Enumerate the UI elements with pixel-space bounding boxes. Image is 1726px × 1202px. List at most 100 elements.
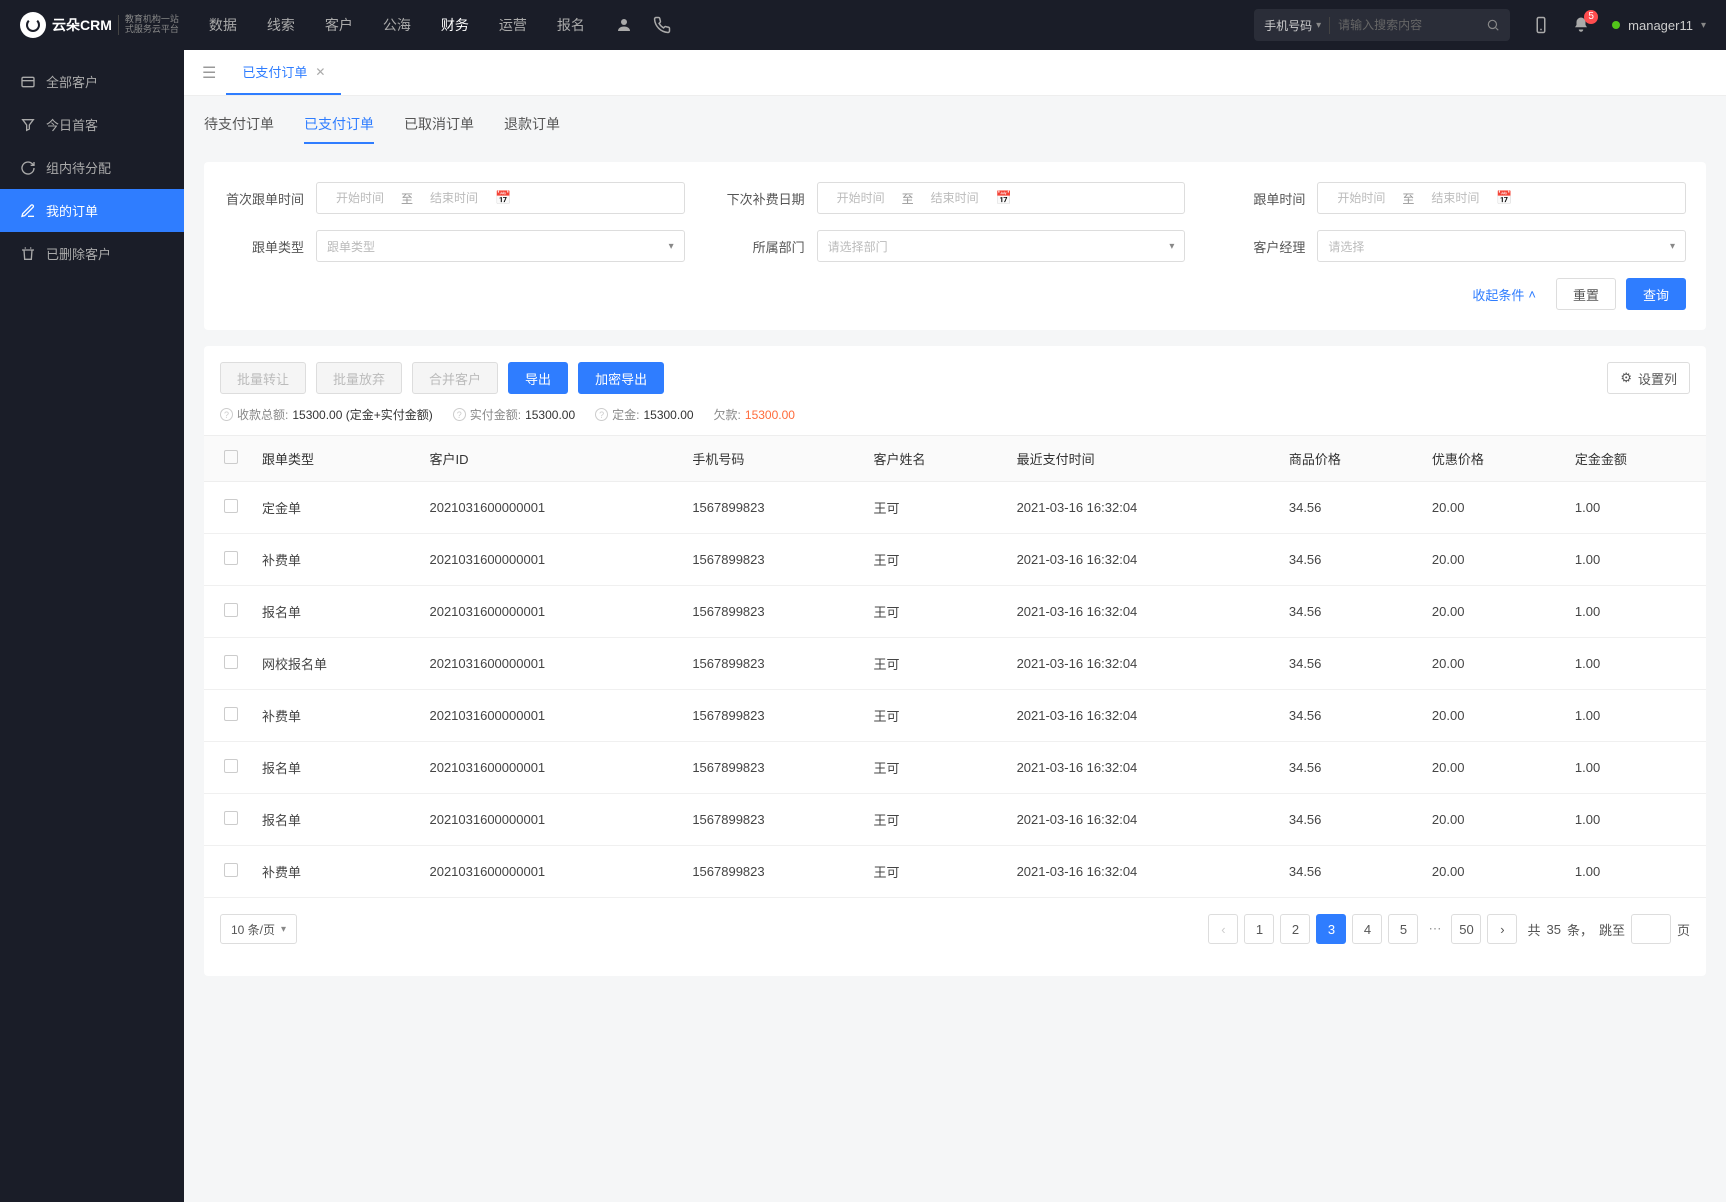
table-cell: 王可 — [862, 638, 1005, 690]
page-button[interactable]: 5 — [1388, 914, 1418, 944]
table-cell: 34.56 — [1277, 794, 1420, 846]
tab-paid-orders[interactable]: 已支付订单 ✕ — [226, 50, 341, 95]
bulk-transfer-button[interactable]: 批量转让 — [220, 362, 306, 394]
table-cell: 定金单 — [250, 482, 417, 534]
nav-item-2[interactable]: 客户 — [325, 15, 353, 35]
table-row[interactable]: 定金单20210316000000011567899823王可2021-03-1… — [204, 482, 1706, 534]
page-button[interactable]: 50 — [1451, 914, 1481, 944]
dept-select[interactable]: 请选择部门▾ — [817, 230, 1186, 262]
search-input[interactable] — [1338, 18, 1478, 32]
filter-icon — [20, 117, 36, 133]
follow-time-end-input[interactable] — [1420, 191, 1490, 205]
filter-follow-time-label: 跟单时间 — [1225, 189, 1305, 208]
close-icon[interactable]: ✕ — [315, 65, 325, 79]
table-cell: 2021-03-16 16:32:04 — [1005, 742, 1277, 794]
collapse-sidebar-icon[interactable]: ☰ — [192, 63, 226, 83]
table-cell: 2021-03-16 16:32:04 — [1005, 638, 1277, 690]
sidebar-item-1[interactable]: 今日首客 — [0, 103, 184, 146]
table-cell: 2021-03-16 16:32:04 — [1005, 794, 1277, 846]
reset-button[interactable]: 重置 — [1556, 278, 1616, 310]
mobile-icon[interactable] — [1532, 16, 1550, 34]
first-follow-start-input[interactable] — [325, 191, 395, 205]
next-fee-range[interactable]: 至 📅 — [817, 182, 1186, 214]
sidebar-item-0[interactable]: 全部客户 — [0, 60, 184, 103]
row-checkbox[interactable] — [224, 707, 238, 721]
subtabs: 待支付订单已支付订单已取消订单退款订单 — [204, 96, 1706, 162]
page-size-select[interactable]: 10 条/页▾ — [220, 914, 297, 944]
columns-button[interactable]: ⚙ 设置列 — [1607, 362, 1690, 394]
table-row[interactable]: 补费单20210316000000011567899823王可2021-03-1… — [204, 690, 1706, 742]
collapse-filters-link[interactable]: 收起条件˄ — [1472, 285, 1536, 304]
page-button[interactable]: 4 — [1352, 914, 1382, 944]
user-icon[interactable] — [615, 16, 633, 34]
main: ☰ 已支付订单 ✕ 待支付订单已支付订单已取消订单退款订单 首次跟单时间 至 📅 — [184, 50, 1726, 1202]
nav-item-0[interactable]: 数据 — [209, 15, 237, 35]
page-jump-input[interactable] — [1631, 914, 1671, 944]
nav-item-1[interactable]: 线索 — [267, 15, 295, 35]
first-follow-end-input[interactable] — [419, 191, 489, 205]
first-follow-range[interactable]: 至 📅 — [316, 182, 685, 214]
calendar-icon: 📅 — [495, 190, 511, 206]
export-button[interactable]: 导出 — [508, 362, 568, 394]
table-row[interactable]: 报名单20210316000000011567899823王可2021-03-1… — [204, 586, 1706, 638]
table-row[interactable]: 网校报名单20210316000000011567899823王可2021-03… — [204, 638, 1706, 690]
row-checkbox[interactable] — [224, 603, 238, 617]
manager-select[interactable]: 请选择▾ — [1317, 230, 1686, 262]
select-all-checkbox[interactable] — [224, 450, 238, 464]
subtab-3[interactable]: 退款订单 — [504, 114, 560, 144]
table-cell: 王可 — [862, 690, 1005, 742]
search-icon[interactable] — [1486, 18, 1500, 32]
table-cell: 补费单 — [250, 846, 417, 898]
page-button[interactable]: 3 — [1316, 914, 1346, 944]
chevron-up-icon: ˄ — [1528, 287, 1536, 302]
logo[interactable]: 云朵CRM 教育机构一站式服务云平台 — [20, 12, 179, 38]
subtab-0[interactable]: 待支付订单 — [204, 114, 274, 144]
sidebar-item-4[interactable]: 已删除客户 — [0, 232, 184, 275]
table-cell: 2021031600000001 — [417, 742, 680, 794]
subtab-2[interactable]: 已取消订单 — [404, 114, 474, 144]
table-row[interactable]: 补费单20210316000000011567899823王可2021-03-1… — [204, 846, 1706, 898]
follow-time-start-input[interactable] — [1326, 191, 1396, 205]
phone-icon[interactable] — [653, 16, 671, 34]
bell-icon[interactable]: 5 — [1572, 16, 1590, 34]
user-menu[interactable]: manager11 ▾ — [1612, 18, 1706, 33]
row-checkbox[interactable] — [224, 811, 238, 825]
logo-brand: 云朵CRM — [52, 15, 112, 35]
page-button[interactable]: 2 — [1280, 914, 1310, 944]
query-button[interactable]: 查询 — [1626, 278, 1686, 310]
table-cell: 2021031600000001 — [417, 482, 680, 534]
info-icon: ? — [453, 408, 466, 421]
page-button[interactable]: 1 — [1244, 914, 1274, 944]
table-cell: 王可 — [862, 794, 1005, 846]
bulk-abandon-button[interactable]: 批量放弃 — [316, 362, 402, 394]
row-checkbox[interactable] — [224, 551, 238, 565]
table-cell: 20.00 — [1420, 586, 1563, 638]
global-search[interactable]: 手机号码▾ — [1254, 9, 1510, 41]
row-checkbox[interactable] — [224, 499, 238, 513]
sidebar-item-3[interactable]: 我的订单 — [0, 189, 184, 232]
nav-item-5[interactable]: 运营 — [499, 15, 527, 35]
table-row[interactable]: 报名单20210316000000011567899823王可2021-03-1… — [204, 742, 1706, 794]
search-type-select[interactable]: 手机号码▾ — [1264, 17, 1330, 34]
row-checkbox[interactable] — [224, 759, 238, 773]
table-row[interactable]: 报名单20210316000000011567899823王可2021-03-1… — [204, 794, 1706, 846]
nav-item-3[interactable]: 公海 — [383, 15, 411, 35]
table-cell: 2021031600000001 — [417, 586, 680, 638]
follow-type-select[interactable]: 跟单类型▾ — [316, 230, 685, 262]
sidebar-item-2[interactable]: 组内待分配 — [0, 146, 184, 189]
follow-time-range[interactable]: 至 📅 — [1317, 182, 1686, 214]
nav-item-4[interactable]: 财务 — [441, 15, 469, 35]
table-row[interactable]: 补费单20210316000000011567899823王可2021-03-1… — [204, 534, 1706, 586]
prev-page-button[interactable]: ‹ — [1208, 914, 1238, 944]
table-cell: 1567899823 — [680, 690, 861, 742]
next-fee-end-input[interactable] — [920, 191, 990, 205]
merge-button[interactable]: 合并客户 — [412, 362, 498, 394]
next-page-button[interactable]: › — [1487, 914, 1517, 944]
row-checkbox[interactable] — [224, 863, 238, 877]
row-checkbox[interactable] — [224, 655, 238, 669]
next-fee-start-input[interactable] — [826, 191, 896, 205]
subtab-1[interactable]: 已支付订单 — [304, 114, 374, 144]
nav-item-6[interactable]: 报名 — [557, 15, 585, 35]
encrypt-export-button[interactable]: 加密导出 — [578, 362, 664, 394]
table-cell: 2021031600000001 — [417, 638, 680, 690]
